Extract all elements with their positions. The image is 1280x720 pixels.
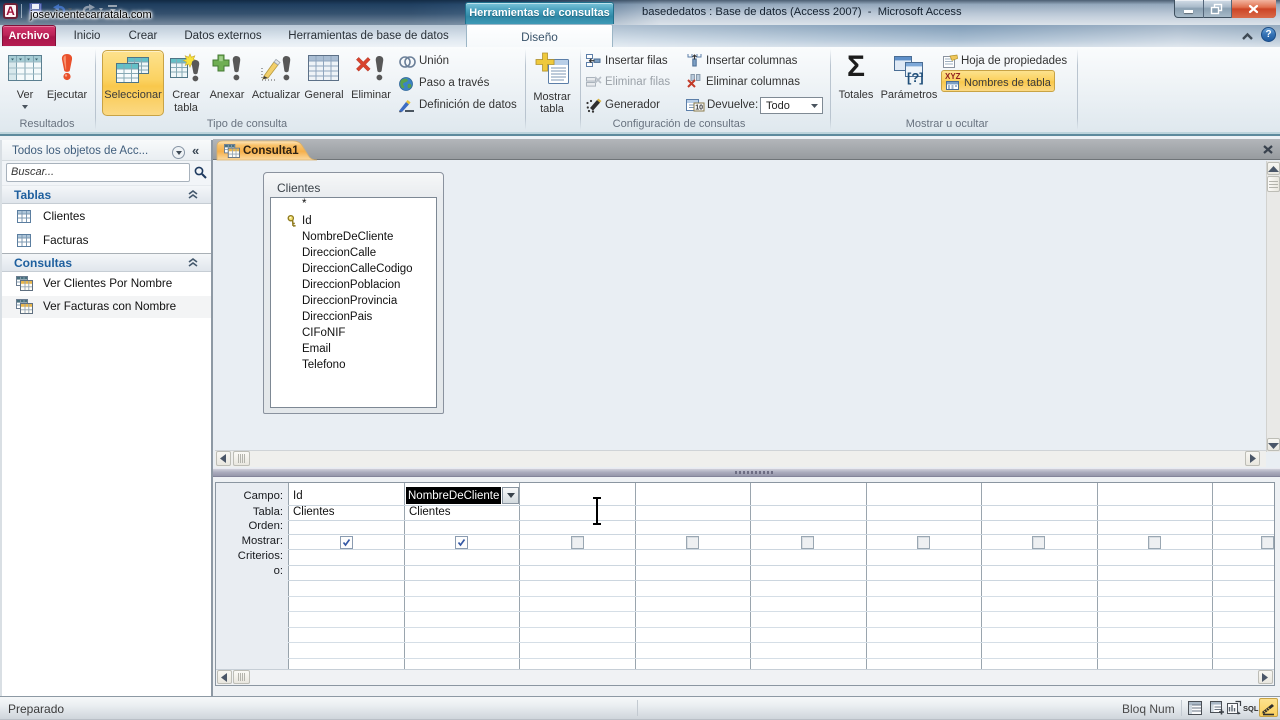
svg-text:XYZ: XYZ [945,72,961,81]
svg-text:[?]: [?] [907,70,924,85]
svg-text:10: 10 [695,105,703,112]
